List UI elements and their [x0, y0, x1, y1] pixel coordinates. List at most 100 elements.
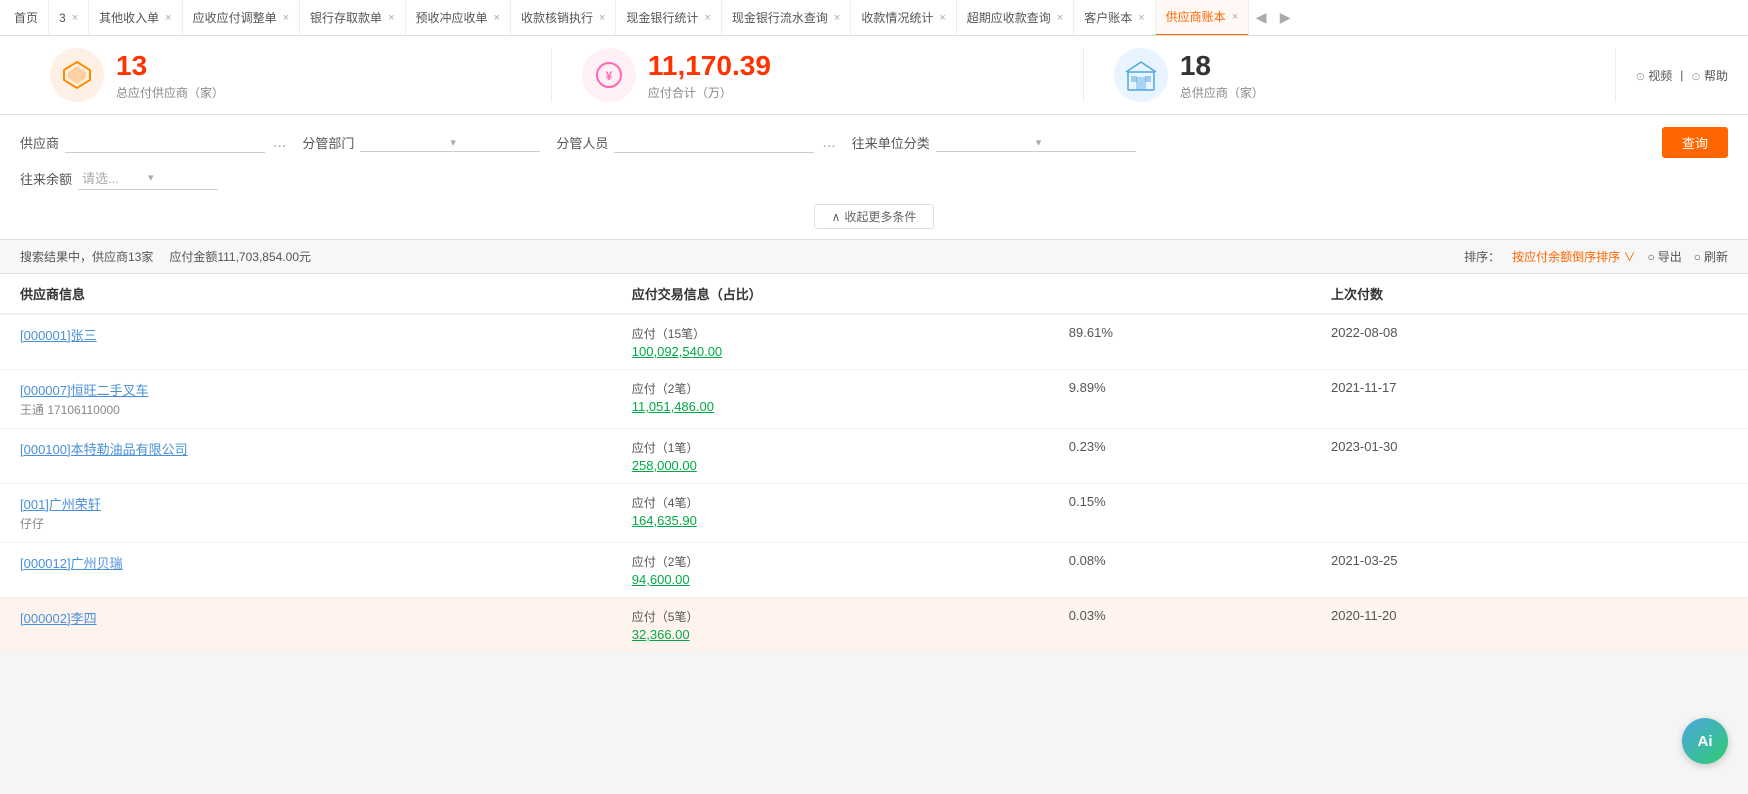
supplier-link[interactable]: [000007]恒旺二手叉车: [20, 383, 149, 398]
table-row: [000100]本特勒油品有限公司 应付（1笔） 258,000.00 0.23%20…: [0, 429, 1748, 484]
nav-tab-num3-label: 3: [59, 11, 66, 25]
nav-prev-arrow[interactable]: ◀: [1249, 0, 1273, 36]
close-icon[interactable]: ×: [704, 12, 710, 24]
result-right-actions: 排序： 按应付余额倒序排序 ∨ ○ 导出 ○ 刷新: [1464, 248, 1728, 265]
table-wrapper: 供应商信息 应付交易信息（占比） 上次付数 [000001]张三应付（15笔）1…: [0, 274, 1748, 653]
pay-label: 应付（15笔）: [632, 325, 1029, 342]
supplier-link[interactable]: [000002]李四: [20, 611, 97, 626]
top-nav: 首页 3 × 其他收入单 × 应收应付调整单 × 银行存取款单 × 预收冲应收单…: [0, 0, 1748, 36]
nav-tab-cash-bank-stat-label: 现金银行统计: [626, 9, 698, 26]
pay-label: 应付（2笔）: [632, 380, 1029, 397]
nav-tab-receipt-stat[interactable]: 收款情况统计 ×: [851, 0, 956, 36]
filter-item-dept: 分管部门 ▾: [302, 133, 540, 152]
balance-select[interactable]: 请选... ▾: [78, 166, 218, 190]
search-button[interactable]: 查询: [1662, 127, 1728, 158]
close-icon[interactable]: ×: [1232, 11, 1238, 23]
filter-item-balance: 往来余额 请选... ▾: [20, 166, 218, 190]
table-row: [000002]李四应付（5笔）32,366.000.03%2020-11-20: [0, 598, 1748, 653]
nav-tab-overdue-ar[interactable]: 超期应收款查询 ×: [957, 0, 1074, 36]
transaction-cell: 应付（4笔）164,635.90: [612, 484, 1049, 543]
amount-link[interactable]: 258,000.00: [632, 458, 697, 473]
last-pay-date-cell: 2023-01-30: [1311, 429, 1748, 484]
nav-tab-receipt-stat-label: 收款情况统计: [861, 9, 933, 26]
nav-tab-prepay-ar[interactable]: 预收冲应收单 ×: [406, 0, 511, 36]
nav-tab-other-income[interactable]: 其他收入单 ×: [89, 0, 182, 36]
divider: |: [1680, 68, 1683, 82]
nav-tab-bank-deposit[interactable]: 银行存取款单 ×: [300, 0, 405, 36]
supplier-info-cell: [000007]恒旺二手叉车王通 17106110000: [0, 370, 612, 429]
person-input[interactable]: [614, 133, 814, 153]
transaction-cell: 应付（5笔）32,366.00: [612, 598, 1049, 653]
filter-row-1: 供应商 ... 分管部门 ▾ 分管人员 ... 往来单位分类 ▾ 查询: [20, 127, 1728, 158]
amount-link[interactable]: 11,051,486.00: [632, 399, 714, 414]
stat-number-suppliers-payable: 13: [116, 49, 224, 83]
nav-tab-home[interactable]: 首页: [4, 0, 49, 36]
filter-row-2: 往来余额 请选... ▾: [20, 166, 1728, 190]
sort-value[interactable]: 按应付余额倒序排序 ∨: [1512, 248, 1635, 265]
supplier-link[interactable]: [001]广州荣轩: [20, 497, 101, 512]
supplier-info-cell: [000001]张三: [0, 314, 612, 370]
supplier-dots-icon[interactable]: ...: [273, 134, 286, 152]
ai-button[interactable]: Ai: [1682, 718, 1728, 764]
dept-select[interactable]: ▾: [360, 134, 540, 152]
last-pay-date-cell: [1311, 484, 1748, 543]
close-icon[interactable]: ×: [939, 12, 945, 24]
close-icon[interactable]: ×: [165, 12, 171, 24]
refresh-link[interactable]: ○ 刷新: [1694, 248, 1728, 265]
nav-next-arrow[interactable]: ▶: [1273, 0, 1297, 36]
svg-text:¥: ¥: [606, 69, 613, 83]
supplier-input[interactable]: [65, 133, 265, 153]
nav-tab-customer-ledger[interactable]: 客户账本 ×: [1074, 0, 1155, 36]
chevron-down-icon: ▾: [1036, 136, 1132, 149]
pay-label: 应付（1笔）: [632, 439, 1029, 456]
nav-tab-ar-ap-adjust-label: 应收应付调整单: [193, 9, 277, 26]
close-icon[interactable]: ×: [388, 12, 394, 24]
nav-tab-other-income-label: 其他收入单: [99, 9, 159, 26]
nav-tab-customer-ledger-label: 客户账本: [1084, 9, 1132, 26]
percent-cell: 0.08%: [1049, 543, 1311, 598]
amount-link[interactable]: 94,600.00: [632, 572, 690, 587]
close-icon[interactable]: ×: [1138, 12, 1144, 24]
col-header-last-pay: 上次付数: [1311, 274, 1748, 314]
nav-tab-receipt-verify[interactable]: 收款核销执行 ×: [511, 0, 616, 36]
supplier-link[interactable]: [000100]本特勒油品有限公司: [20, 442, 188, 457]
close-icon[interactable]: ×: [494, 12, 500, 24]
close-icon[interactable]: ×: [599, 12, 605, 24]
result-prefix: 搜索结果中，供应商13家: [20, 248, 153, 265]
stat-icon-store: [1114, 48, 1168, 102]
supplier-link[interactable]: [000012]广州贝瑞: [20, 556, 123, 571]
stat-label-suppliers-payable: 总应付供应商（家）: [116, 84, 224, 101]
close-icon[interactable]: ×: [283, 12, 289, 24]
table-row: [001]广州荣轩仔仔应付（4笔）164,635.900.15%: [0, 484, 1748, 543]
nav-tab-num3[interactable]: 3 ×: [49, 0, 89, 36]
last-pay-date-cell: 2021-11-17: [1311, 370, 1748, 429]
close-icon[interactable]: ×: [834, 12, 840, 24]
amount-link[interactable]: 100,092,540.00: [632, 344, 722, 359]
nav-tab-supplier-ledger[interactable]: 供应商账本 ×: [1156, 0, 1249, 36]
stat-item-payable-total: ¥ 11,170.39 应付合计（万）: [552, 48, 1084, 102]
unit-type-select[interactable]: ▾: [936, 134, 1136, 152]
balance-select-value: 请选...: [82, 168, 148, 187]
export-link[interactable]: ○ 导出: [1647, 248, 1681, 265]
close-icon[interactable]: ×: [1057, 12, 1063, 24]
collapse-label: 收起更多条件: [844, 208, 916, 225]
person-dots-icon[interactable]: ...: [822, 134, 835, 152]
table-row: [000007]恒旺二手叉车王通 17106110000 应付（2笔） 11,051…: [0, 370, 1748, 429]
video-link[interactable]: ⊙ 视频: [1636, 67, 1673, 84]
chevron-down-icon: ▾: [148, 171, 214, 184]
table-body: [000001]张三应付（15笔）100,092,540.0089.61%202…: [0, 314, 1748, 653]
nav-tab-cash-bank-flow[interactable]: 现金银行流水查询 ×: [722, 0, 851, 36]
stat-icon-coin: ¥: [582, 48, 636, 102]
stat-label-total-suppliers: 总供应商（家）: [1180, 84, 1264, 101]
close-icon[interactable]: ×: [72, 12, 78, 24]
amount-link[interactable]: 32,366.00: [632, 627, 690, 642]
nav-tab-ar-ap-adjust[interactable]: 应收应付调整单 ×: [183, 0, 300, 36]
amount-link[interactable]: 164,635.90: [632, 513, 697, 528]
supplier-link[interactable]: [000001]张三: [20, 328, 97, 343]
nav-tab-cash-bank-stat[interactable]: 现金银行统计 ×: [616, 0, 721, 36]
collapse-btn[interactable]: ∧ 收起更多条件: [814, 204, 934, 229]
pay-label: 应付（2笔）: [632, 553, 1029, 570]
supplier-sub-info: 王通 17106110000: [20, 401, 592, 418]
percent-cell: 0.23%: [1049, 429, 1311, 484]
help-link[interactable]: ⊙ 帮助: [1691, 67, 1728, 84]
